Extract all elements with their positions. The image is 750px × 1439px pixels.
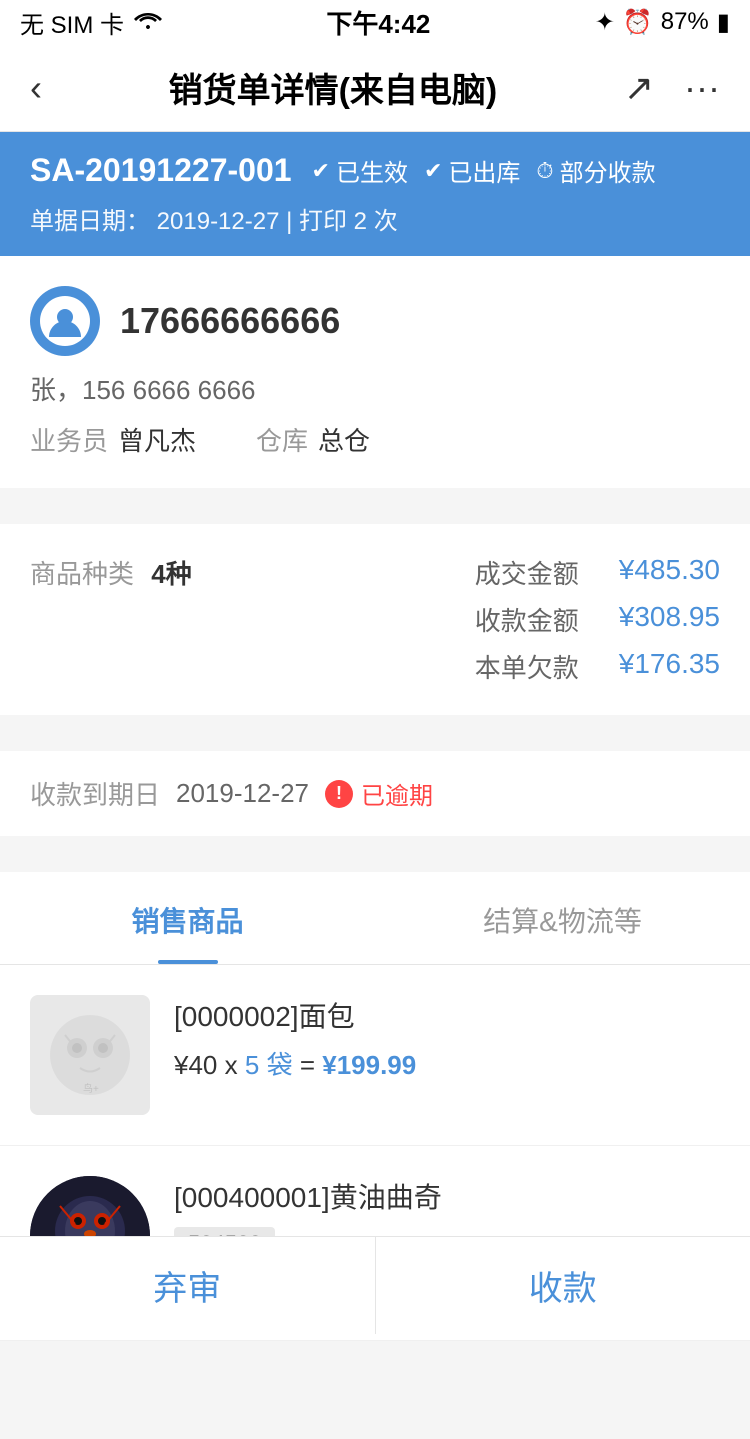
divider-2 xyxy=(0,735,750,751)
battery-icon: ▮ xyxy=(717,8,730,37)
collect-label: 收款 xyxy=(529,1261,597,1310)
tabs-section: 销售商品 结算&物流等 xyxy=(0,872,750,965)
date-label: 单据日期： xyxy=(30,208,150,235)
check-icon-2: ✔ xyxy=(424,158,442,184)
header-band-bottom: 单据日期： 2019-12-27 | 打印 2 次 xyxy=(30,201,720,236)
tab-settlement[interactable]: 结算&物流等 xyxy=(375,872,750,964)
debt-value: ¥176.35 xyxy=(619,648,720,685)
amount-row: 成交金额 ¥485.30 xyxy=(475,554,720,591)
header-band-top: SA-20191227-001 ✔ 已生效 ✔ 已出库 ⏱ 部分收款 xyxy=(30,152,720,189)
badge-effective-label: 已生效 xyxy=(336,153,408,188)
amount-value: ¥485.30 xyxy=(619,554,720,591)
warehouse: 仓库 总仓 xyxy=(256,421,370,458)
debt-label: 本单欠款 xyxy=(475,648,579,685)
status-badges: ✔ 已生效 ✔ 已出库 ⏱ 部分收款 xyxy=(312,153,656,188)
overdue-icon: ! xyxy=(325,780,353,808)
received-value: ¥308.95 xyxy=(619,601,720,638)
due-label: 收款到期日 xyxy=(30,775,160,812)
check-icon-1: ✔ xyxy=(312,158,330,184)
customer-meta: 业务员 曾凡杰 仓库 总仓 xyxy=(30,421,720,458)
amount-label: 成交金额 xyxy=(475,554,579,591)
avatar-icon xyxy=(40,296,90,346)
product-image-1: 鸟+ xyxy=(30,995,150,1115)
order-number: SA-20191227-001 xyxy=(30,152,292,189)
unit-1: 袋 xyxy=(267,1050,293,1080)
avatar xyxy=(30,286,100,356)
nav-bar: ‹ 销货单详情(来自电脑) ↗ ··· xyxy=(0,44,750,132)
overdue-badge: ! 已逾期 xyxy=(325,776,433,811)
amounts: 成交金额 ¥485.30 收款金额 ¥308.95 本单欠款 ¥176.35 xyxy=(475,554,720,685)
status-bar: 无 SIM 卡 下午4:42 ✦ ⏰ 87% ▮ xyxy=(0,0,750,44)
warehouse-label: 仓库 xyxy=(256,421,308,458)
svg-text:鸟+: 鸟+ xyxy=(83,1082,99,1095)
time-display: 下午4:42 xyxy=(326,4,430,41)
category-info: 商品种类 4种 xyxy=(30,554,192,591)
badge-partial: ⏱ 部分收款 xyxy=(536,153,655,188)
bottom-bar: 弃审 收款 xyxy=(0,1236,750,1334)
location-icon: ✦ xyxy=(595,8,615,37)
product-name-1: [0000002]面包 xyxy=(174,995,720,1035)
warehouse-value: 总仓 xyxy=(318,421,370,458)
date-value: 2019-12-27 xyxy=(157,208,280,235)
qty-1: 5 xyxy=(245,1050,259,1080)
sales-value: 曾凡杰 xyxy=(118,421,196,458)
category-label: 商品种类 xyxy=(30,559,134,589)
tab-sales-products[interactable]: 销售商品 xyxy=(0,872,375,964)
overdue-text: 已逾期 xyxy=(361,776,433,811)
due-date: 2019-12-27 xyxy=(176,778,309,809)
total-1: ¥199.99 xyxy=(322,1050,416,1080)
customer-section: 17666666666 张，156 6666 6666 业务员 曾凡杰 仓库 总… xyxy=(0,256,750,488)
customer-id: 17666666666 xyxy=(120,300,340,342)
product-item: 鸟+ [0000002]面包 ¥40 x 5 袋 = ¥199.99 xyxy=(0,965,750,1146)
price-1: ¥40 xyxy=(174,1050,217,1080)
wifi-icon xyxy=(134,8,162,36)
more-icon[interactable]: ··· xyxy=(684,67,720,109)
price-sep-1: x xyxy=(225,1050,245,1080)
print-info: | 打印 2 次 xyxy=(286,208,398,235)
product-info-1: [0000002]面包 ¥40 x 5 袋 = ¥199.99 xyxy=(174,995,720,1115)
customer-name-phone: 张，156 6666 6666 xyxy=(30,370,720,407)
page-title: 销货单详情(来自电脑) xyxy=(169,63,498,112)
badge-effective: ✔ 已生效 xyxy=(312,153,408,188)
reject-button[interactable]: 弃审 xyxy=(0,1237,376,1334)
tab-sales-label: 销售商品 xyxy=(131,906,243,937)
clock-icon: ⏱ xyxy=(536,158,553,184)
badge-partial-label: 部分收款 xyxy=(560,153,656,188)
sim-status: 无 SIM 卡 xyxy=(20,5,124,40)
status-left: 无 SIM 卡 xyxy=(20,5,162,40)
badge-shipped-label: 已出库 xyxy=(448,153,520,188)
summary-section: 商品种类 4种 成交金额 ¥485.30 收款金额 ¥308.95 本单欠款 ¥… xyxy=(0,524,750,715)
status-right: ✦ ⏰ 87% ▮ xyxy=(595,8,730,37)
debt-row: 本单欠款 ¥176.35 xyxy=(475,648,720,685)
product-thumb-1: 鸟+ xyxy=(30,995,150,1115)
divider-3 xyxy=(0,856,750,872)
sales-label: 业务员 xyxy=(30,421,108,458)
product-name-2: [000400001]黄油曲奇 xyxy=(174,1176,720,1216)
tab-settlement-label: 结算&物流等 xyxy=(483,906,642,937)
received-row: 收款金额 ¥308.95 xyxy=(475,601,720,638)
product-code-1: [0000002] xyxy=(174,1001,299,1032)
product-price-1: ¥40 x 5 袋 = ¥199.99 xyxy=(174,1045,720,1082)
received-label: 收款金额 xyxy=(475,601,579,638)
alarm-icon: ⏰ xyxy=(623,8,653,37)
eq-1: = xyxy=(300,1050,322,1080)
nav-actions: ↗ ··· xyxy=(624,67,720,109)
battery-level: 87% xyxy=(661,8,709,36)
reject-label: 弃审 xyxy=(153,1261,221,1310)
collect-button[interactable]: 收款 xyxy=(376,1237,750,1334)
sales-person: 业务员 曾凡杰 xyxy=(30,421,196,458)
bottom-spacer xyxy=(0,1341,750,1439)
product-title-2: 黄油曲奇 xyxy=(330,1182,442,1213)
badge-shipped: ✔ 已出库 xyxy=(424,153,520,188)
product-title-1: 面包 xyxy=(299,1001,355,1032)
back-button[interactable]: ‹ xyxy=(30,67,42,109)
divider-1 xyxy=(0,508,750,524)
share-icon[interactable]: ↗ xyxy=(624,67,654,109)
header-band: SA-20191227-001 ✔ 已生效 ✔ 已出库 ⏱ 部分收款 单据日期：… xyxy=(0,132,750,256)
category-value: 4种 xyxy=(151,559,191,589)
product-code-2: [000400001] xyxy=(174,1182,330,1213)
customer-top: 17666666666 xyxy=(30,286,720,356)
due-section: 收款到期日 2019-12-27 ! 已逾期 xyxy=(0,751,750,836)
